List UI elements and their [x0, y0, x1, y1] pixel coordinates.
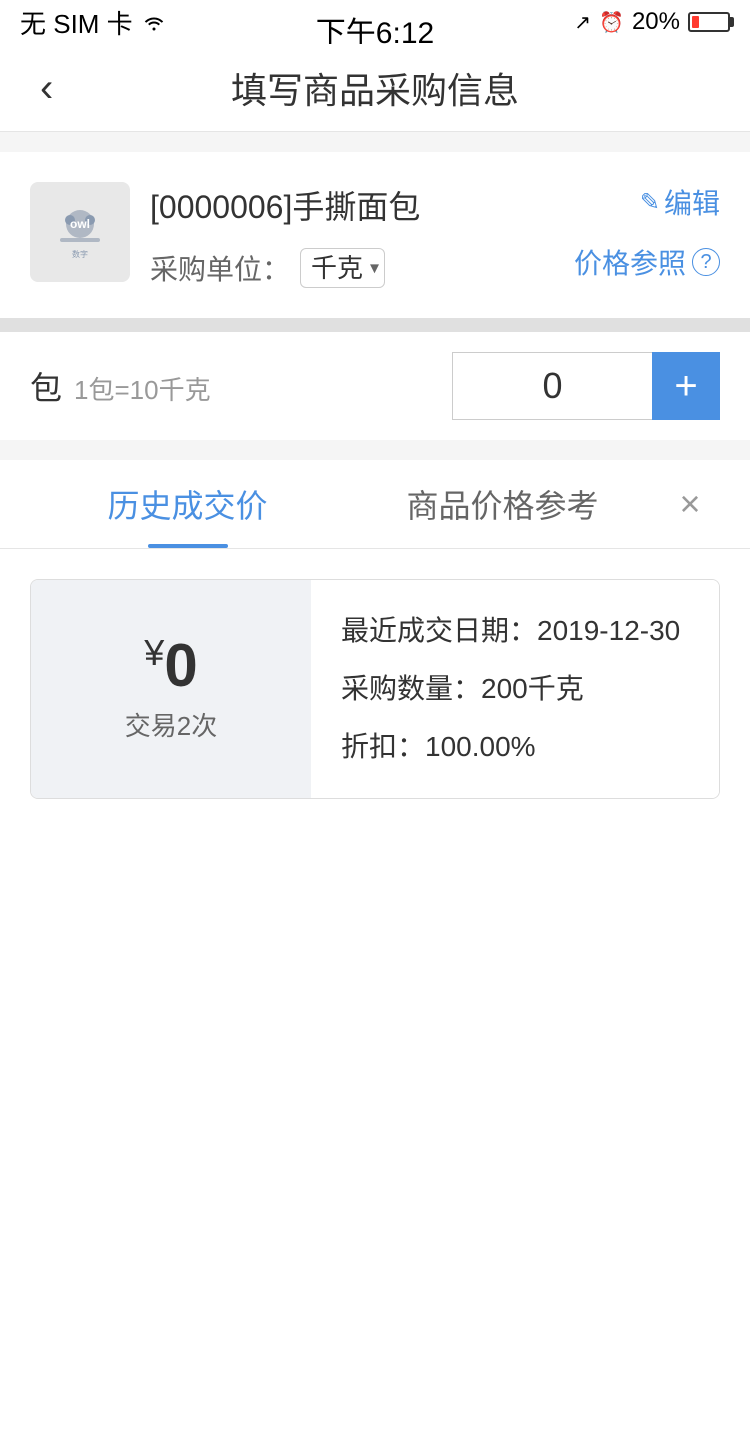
quantity-left: 包 1包=10千克 — [30, 363, 211, 409]
unit-select-wrapper[interactable]: 千克 — [300, 248, 385, 288]
product-unit-row: 采购单位： 千克 — [150, 248, 420, 288]
edit-icon: ✎ — [640, 188, 660, 217]
amount-value: 0 — [164, 632, 197, 699]
back-button[interactable]: ‹ — [30, 58, 63, 118]
detail-date-key: 最近成交日期： — [341, 615, 537, 646]
detail-discount-key: 折扣： — [341, 731, 425, 762]
tab-product-price-ref-label: 商品价格参考 — [406, 481, 598, 527]
unit-big-label: 包 — [30, 363, 62, 409]
help-icon: ? — [692, 248, 720, 276]
status-right: ↗ ⏰ 20% — [574, 8, 730, 36]
product-right: ✎ 编辑 价格参照 ? — [574, 182, 720, 282]
detail-qty-key: 采购数量： — [341, 673, 481, 704]
status-bar: 无 SIM 卡 下午6:12 ↗ ⏰ 20% — [0, 0, 750, 44]
product-header: owl 数字 [0000006]手撕面包 采购单位： 千克 — [30, 182, 720, 288]
edit-link[interactable]: ✎ 编辑 — [640, 182, 720, 222]
carrier-text: 无 SIM 卡 — [20, 4, 133, 41]
tab-close-button[interactable]: × — [660, 474, 720, 534]
svg-text:owl: owl — [70, 217, 90, 231]
edit-label: 编辑 — [664, 182, 720, 222]
unit-select[interactable]: 千克 — [300, 248, 385, 288]
currency-symbol: ¥ — [144, 632, 164, 673]
product-section: owl 数字 [0000006]手撕面包 采购单位： 千克 — [0, 152, 750, 318]
detail-qty-value: 200千克 — [481, 673, 584, 704]
close-icon: × — [679, 483, 700, 525]
quantity-input[interactable] — [452, 352, 652, 420]
price-detail-discount: 折扣：100.00% — [341, 726, 689, 768]
price-ref-link[interactable]: 价格参照 ? — [574, 242, 720, 282]
product-logo-icon: owl 数字 — [50, 202, 110, 262]
product-image: owl 数字 — [30, 182, 130, 282]
detail-date-value: 2019-12-30 — [537, 615, 680, 646]
page-title: 填写商品采购信息 — [231, 62, 519, 114]
unit-conversion: 1包=10千克 — [74, 370, 211, 407]
price-card-right: 最近成交日期：2019-12-30 采购数量：200千克 折扣：100.00% — [311, 580, 719, 798]
price-amount: ¥0 — [144, 635, 197, 696]
price-card-left: ¥0 交易2次 — [31, 580, 311, 798]
location-icon: ↗ — [574, 10, 591, 35]
price-detail-date: 最近成交日期：2019-12-30 — [341, 610, 689, 652]
quantity-plus-button[interactable]: + — [652, 352, 720, 420]
price-detail-qty: 采购数量：200千克 — [341, 668, 689, 710]
status-left: 无 SIM 卡 — [20, 4, 165, 41]
tabs-section: 历史成交价 商品价格参考 × ¥0 交易2次 最近成交日期：2019-12-30… — [0, 460, 750, 1429]
tabs-header: 历史成交价 商品价格参考 × — [0, 460, 750, 549]
product-left: owl 数字 [0000006]手撕面包 采购单位： 千克 — [30, 182, 420, 288]
divider-bar — [0, 318, 750, 332]
unit-label: 采购单位： — [150, 248, 290, 288]
product-info: [0000006]手撕面包 采购单位： 千克 — [150, 182, 420, 288]
price-ref-label: 价格参照 — [574, 242, 686, 282]
wifi-icon — [143, 7, 165, 38]
main-content — [0, 829, 750, 1429]
battery-icon — [688, 12, 730, 32]
tab-history-price[interactable]: 历史成交价 — [30, 460, 345, 548]
price-card: ¥0 交易2次 最近成交日期：2019-12-30 采购数量：200千克 折扣：… — [30, 579, 720, 799]
battery-pct: 20% — [632, 8, 680, 36]
tab-history-price-label: 历史成交价 — [107, 481, 267, 527]
svg-text:数字: 数字 — [72, 249, 88, 259]
quantity-right: + — [452, 352, 720, 420]
tab-product-price-ref[interactable]: 商品价格参考 — [345, 460, 660, 548]
battery-fill — [692, 16, 699, 28]
quantity-section: 包 1包=10千克 + — [0, 332, 750, 440]
alarm-icon: ⏰ — [599, 10, 624, 35]
price-card-container: ¥0 交易2次 最近成交日期：2019-12-30 采购数量：200千克 折扣：… — [0, 549, 750, 829]
price-trades: 交易2次 — [125, 706, 217, 743]
product-name: [0000006]手撕面包 — [150, 182, 420, 228]
detail-discount-value: 100.00% — [425, 731, 536, 762]
nav-bar: ‹ 填写商品采购信息 — [0, 44, 750, 132]
